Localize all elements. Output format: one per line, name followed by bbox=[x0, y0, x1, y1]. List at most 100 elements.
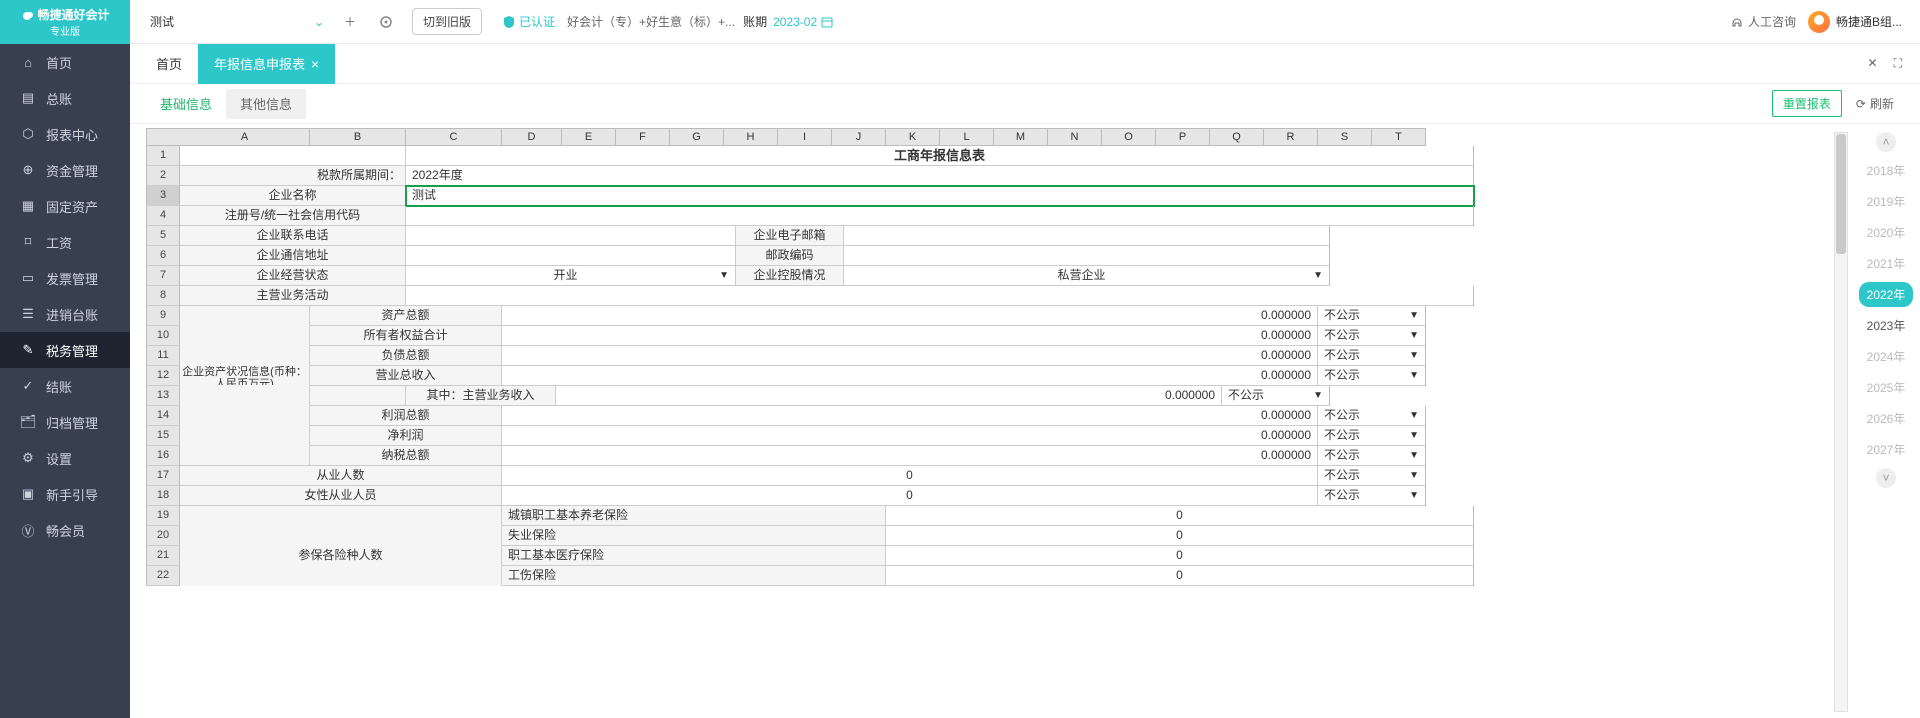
sidebar-item-7[interactable]: ☰进销台账 bbox=[0, 296, 130, 332]
unemployment-value[interactable]: 0 bbox=[886, 526, 1474, 546]
medical-value[interactable]: 0 bbox=[886, 546, 1474, 566]
company-selector[interactable]: 测试 ⌄ bbox=[142, 8, 332, 36]
main-revenue-pub[interactable]: 不公示▼ bbox=[1222, 386, 1330, 406]
year-2024年[interactable]: 2024年 bbox=[1859, 344, 1914, 369]
year-2025年[interactable]: 2025年 bbox=[1859, 375, 1914, 400]
equity-value[interactable]: 0.000000 bbox=[502, 326, 1318, 346]
col-header-L[interactable]: L bbox=[940, 128, 994, 146]
tab-home[interactable]: 首页 bbox=[140, 44, 198, 84]
sidebar-item-5[interactable]: ⌑工资 bbox=[0, 224, 130, 260]
sidebar-item-10[interactable]: 🗂归档管理 bbox=[0, 404, 130, 440]
employees-value[interactable]: 0 bbox=[502, 466, 1318, 486]
revenue-pub[interactable]: 不公示▼ bbox=[1318, 366, 1426, 386]
year-2022年[interactable]: 2022年 bbox=[1859, 282, 1914, 307]
col-header-O[interactable]: O bbox=[1102, 128, 1156, 146]
add-button[interactable]: ＋ bbox=[336, 8, 364, 36]
subtab-other-info[interactable]: 其他信息 bbox=[226, 89, 306, 119]
col-header-N[interactable]: N bbox=[1048, 128, 1102, 146]
sidebar-item-8[interactable]: ✎税务管理 bbox=[0, 332, 130, 368]
employees-pub[interactable]: 不公示▼ bbox=[1318, 466, 1426, 486]
col-header-R[interactable]: R bbox=[1264, 128, 1318, 146]
phone-input[interactable] bbox=[406, 226, 736, 246]
year-2027年[interactable]: 2027年 bbox=[1859, 437, 1914, 462]
col-header-G[interactable]: G bbox=[670, 128, 724, 146]
spreadsheet[interactable]: ABCDEFGHIJKLMNOPQRST 1 工商年报信息表 2 税款所属期间：… bbox=[130, 124, 1920, 718]
tax-value[interactable]: 0.000000 bbox=[502, 446, 1318, 466]
pension-value[interactable]: 0 bbox=[886, 506, 1474, 526]
switch-old-button[interactable]: 切到旧版 bbox=[412, 8, 482, 35]
col-header-I[interactable]: I bbox=[778, 128, 832, 146]
subtab-basic-info[interactable]: 基础信息 bbox=[146, 89, 226, 119]
liabilities-pub[interactable]: 不公示▼ bbox=[1318, 346, 1426, 366]
total-assets-pub[interactable]: 不公示▼ bbox=[1318, 306, 1426, 326]
profit-pub[interactable]: 不公示▼ bbox=[1318, 406, 1426, 426]
main-revenue-value[interactable]: 0.000000 bbox=[556, 386, 1222, 406]
total-assets-value[interactable]: 0.000000 bbox=[502, 306, 1318, 326]
tax-period-value[interactable]: 2022年度 bbox=[406, 166, 1474, 186]
year-prev-button[interactable]: ˄ bbox=[1876, 132, 1896, 152]
sidebar-item-0[interactable]: ⌂首页 bbox=[0, 44, 130, 80]
tax-pub[interactable]: 不公示▼ bbox=[1318, 446, 1426, 466]
female-employees-value[interactable]: 0 bbox=[502, 486, 1318, 506]
year-2023年[interactable]: 2023年 bbox=[1859, 313, 1914, 338]
col-header-C[interactable]: C bbox=[406, 128, 502, 146]
col-header-F[interactable]: F bbox=[616, 128, 670, 146]
vertical-scrollbar[interactable] bbox=[1834, 132, 1848, 712]
col-header-S[interactable]: S bbox=[1318, 128, 1372, 146]
fullscreen-icon[interactable]: ⛶ bbox=[1894, 56, 1902, 71]
support-button[interactable]: 人工咨询 bbox=[1730, 13, 1796, 30]
col-header-T[interactable]: T bbox=[1372, 128, 1426, 146]
year-next-button[interactable]: ˅ bbox=[1876, 468, 1896, 488]
sheet-title[interactable]: 工商年报信息表 bbox=[406, 146, 1474, 166]
user-menu[interactable]: 畅捷通B组... bbox=[1808, 11, 1902, 33]
equity-pub[interactable]: 不公示▼ bbox=[1318, 326, 1426, 346]
cell-blank[interactable] bbox=[180, 146, 406, 166]
sidebar-item-6[interactable]: ▭发票管理 bbox=[0, 260, 130, 296]
address-input[interactable] bbox=[406, 246, 736, 266]
col-header-E[interactable]: E bbox=[562, 128, 616, 146]
col-header-Q[interactable]: Q bbox=[1210, 128, 1264, 146]
sidebar-item-9[interactable]: ✓结账 bbox=[0, 368, 130, 404]
gear-icon[interactable] bbox=[372, 8, 400, 36]
sidebar-item-11[interactable]: ⚙设置 bbox=[0, 440, 130, 476]
col-header-K[interactable]: K bbox=[886, 128, 940, 146]
sidebar-item-1[interactable]: ▤总账 bbox=[0, 80, 130, 116]
close-all-icon[interactable]: ✕ bbox=[1868, 56, 1878, 71]
tab-annual-report[interactable]: 年报信息申报表 × bbox=[198, 44, 335, 84]
reset-report-button[interactable]: 重置报表 bbox=[1772, 90, 1842, 117]
refresh-button[interactable]: ⟳ 刷新 bbox=[1856, 95, 1894, 112]
col-header-J[interactable]: J bbox=[832, 128, 886, 146]
female-employees-pub[interactable]: 不公示▼ bbox=[1318, 486, 1426, 506]
scroll-thumb[interactable] bbox=[1836, 134, 1846, 254]
sidebar-item-3[interactable]: ⊕资金管理 bbox=[0, 152, 130, 188]
year-2021年[interactable]: 2021年 bbox=[1859, 251, 1914, 276]
sidebar-item-2[interactable]: ⬡报表中心 bbox=[0, 116, 130, 152]
sidebar-item-4[interactable]: ▦固定资产 bbox=[0, 188, 130, 224]
email-input[interactable] bbox=[844, 226, 1330, 246]
holding-select[interactable]: 私营企业▼ bbox=[844, 266, 1330, 286]
profit-value[interactable]: 0.000000 bbox=[502, 406, 1318, 426]
col-header-A[interactable]: A bbox=[180, 128, 310, 146]
period-selector[interactable]: 2023-02 bbox=[773, 15, 834, 29]
net-profit-value[interactable]: 0.000000 bbox=[502, 426, 1318, 446]
company-name-input[interactable]: 测试 bbox=[406, 186, 1474, 206]
year-2026年[interactable]: 2026年 bbox=[1859, 406, 1914, 431]
year-2020年[interactable]: 2020年 bbox=[1859, 220, 1914, 245]
sidebar-item-12[interactable]: ▣新手引导 bbox=[0, 476, 130, 512]
reg-number-input[interactable] bbox=[406, 206, 1474, 226]
injury-value[interactable]: 0 bbox=[886, 566, 1474, 586]
col-header-P[interactable]: P bbox=[1156, 128, 1210, 146]
year-2018年[interactable]: 2018年 bbox=[1859, 158, 1914, 183]
revenue-value[interactable]: 0.000000 bbox=[502, 366, 1318, 386]
biz-status-select[interactable]: 开业▼ bbox=[406, 266, 736, 286]
close-icon[interactable]: × bbox=[311, 56, 319, 72]
postcode-input[interactable] bbox=[844, 246, 1330, 266]
col-header-M[interactable]: M bbox=[994, 128, 1048, 146]
col-header-D[interactable]: D bbox=[502, 128, 562, 146]
sidebar-item-13[interactable]: Ⓥ畅会员 bbox=[0, 512, 130, 548]
net-profit-pub[interactable]: 不公示▼ bbox=[1318, 426, 1426, 446]
year-2019年[interactable]: 2019年 bbox=[1859, 189, 1914, 214]
liabilities-value[interactable]: 0.000000 bbox=[502, 346, 1318, 366]
col-header-H[interactable]: H bbox=[724, 128, 778, 146]
col-header-B[interactable]: B bbox=[310, 128, 406, 146]
